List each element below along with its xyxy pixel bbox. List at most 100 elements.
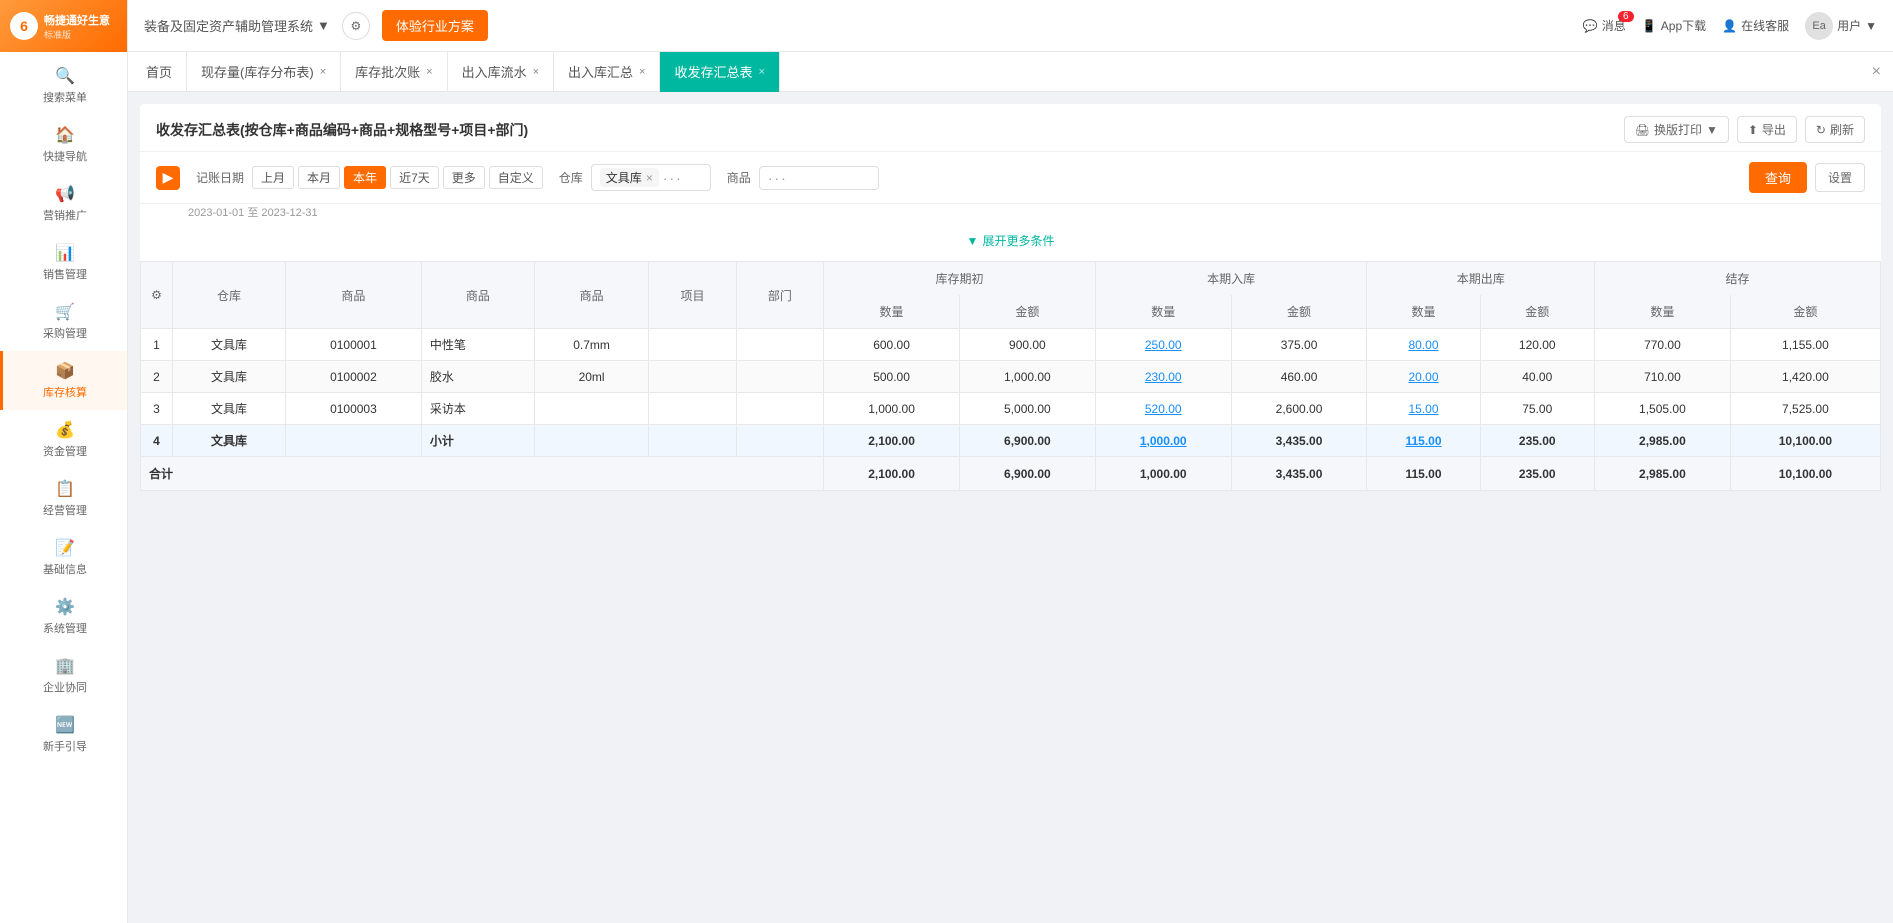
date-btn-more[interactable]: 更多 — [443, 166, 485, 189]
row3-open-amt: 5,000.00 — [959, 393, 1095, 425]
row4-out-qty[interactable]: 115.00 — [1367, 425, 1480, 457]
refresh-button[interactable]: ↻ 刷新 — [1805, 116, 1865, 143]
row1-bal-amt: 1,155.00 — [1730, 329, 1880, 361]
sidebar-item-sales[interactable]: 📊 销售管理 — [0, 233, 127, 292]
system-selector[interactable]: 装备及固定资产辅助管理系统 ▼ — [144, 16, 330, 35]
tab-inout-flow[interactable]: 出入库流水 × — [448, 52, 554, 92]
col-warehouse-header: 仓库 — [173, 262, 286, 329]
col-project-header: 项目 — [649, 262, 736, 329]
content-area: 收发存汇总表(按仓库+商品编码+商品+规格型号+项目+部门) 🖨 换版打印 ▼ … — [128, 92, 1893, 923]
tab-close-recv-sum[interactable]: × — [759, 66, 765, 78]
sidebar-item-enterprise[interactable]: 🏢 企业协同 — [0, 646, 127, 705]
row4-code — [286, 425, 422, 457]
topbar: 装备及固定资产辅助管理系统 ▼ ⚙ 体验行业方案 💬 消息 6 📱 App下载 … — [128, 0, 1893, 52]
product-input[interactable]: ··· — [759, 166, 879, 190]
row3-in-qty[interactable]: 520.00 — [1095, 393, 1231, 425]
tab-close-stock-dist[interactable]: × — [320, 66, 326, 78]
product-filter-label: 商品 — [727, 169, 751, 186]
page-header: 收发存汇总表(按仓库+商品编码+商品+规格型号+项目+部门) 🖨 换版打印 ▼ … — [140, 104, 1881, 152]
row3-out-qty[interactable]: 15.00 — [1367, 393, 1480, 425]
tab-inout-sum[interactable]: 出入库汇总 × — [554, 52, 660, 92]
finance-icon: 💰 — [55, 420, 75, 440]
tab-recv-sum[interactable]: 收发存汇总表 × — [660, 52, 779, 92]
total-open-qty: 2,100.00 — [824, 457, 960, 491]
sidebar-item-search[interactable]: 🔍 搜索菜单 — [0, 56, 127, 115]
tab-close-inout-sum[interactable]: × — [639, 66, 645, 78]
total-out-amt: 235.00 — [1480, 457, 1594, 491]
total-out-qty: 115.00 — [1367, 457, 1480, 491]
warehouse-tag-close[interactable]: × — [646, 171, 653, 185]
trial-button[interactable]: 体验行业方案 — [382, 10, 488, 41]
col-settings-header[interactable]: ⚙ — [141, 262, 173, 329]
page-title: 收发存汇总表(按仓库+商品编码+商品+规格型号+项目+部门) — [156, 120, 528, 140]
row4-warehouse: 文具库 — [173, 425, 286, 457]
user-menu[interactable]: Ea 用户 ▼ — [1805, 12, 1877, 40]
filter-toggle-button[interactable]: ▶ — [156, 166, 180, 190]
tab-close-inout-flow[interactable]: × — [533, 66, 539, 78]
tab-bar-close[interactable]: × — [1860, 63, 1893, 81]
col-code-header: 商品 — [286, 262, 422, 329]
row1-spec: 0.7mm — [534, 329, 648, 361]
date-range-bar: 2023-01-01 至 2023-12-31 — [140, 204, 1881, 224]
app-download-button[interactable]: 📱 App下载 — [1642, 17, 1706, 34]
row1-in-amt: 375.00 — [1231, 329, 1367, 361]
message-badge: 6 — [1618, 11, 1634, 22]
total-bal-amt: 10,100.00 — [1730, 457, 1880, 491]
row1-out-qty[interactable]: 80.00 — [1367, 329, 1480, 361]
row3-bal-amt: 7,525.00 — [1730, 393, 1880, 425]
date-btn-last-month[interactable]: 上月 — [252, 166, 294, 189]
refresh-icon: ↻ — [1816, 123, 1826, 137]
sidebar-item-quicknav[interactable]: 🏠 快捷导航 — [0, 115, 127, 174]
print-dropdown-icon: ▼ — [1706, 123, 1718, 137]
tab-close-batch[interactable]: × — [426, 66, 432, 78]
row2-warehouse: 文具库 — [173, 361, 286, 393]
sidebar-item-inventory[interactable]: 📦 库存核算 — [0, 351, 127, 410]
row1-no: 1 — [141, 329, 173, 361]
product-dots[interactable]: ··· — [768, 170, 788, 186]
row1-name: 中性笔 — [421, 329, 534, 361]
tab-batch[interactable]: 库存批次账 × — [341, 52, 447, 92]
warehouse-dots[interactable]: ··· — [663, 170, 683, 186]
settings-button[interactable]: ⚙ — [342, 12, 370, 40]
row4-open-amt: 6,900.00 — [959, 425, 1095, 457]
sidebar: 6 畅捷通好生意 标准版 🔍 搜索菜单 🏠 快捷导航 📢 营销推广 📊 销售管理… — [0, 0, 128, 923]
sidebar-item-finance[interactable]: 💰 资金管理 — [0, 410, 127, 469]
data-table-wrap: ⚙ 仓库 商品 商品 商品 项目 部门 库存期初 本期入库 本期出库 结存 — [140, 261, 1881, 491]
row1-code: 0100001 — [286, 329, 422, 361]
sidebar-item-base[interactable]: 📝 基础信息 — [0, 528, 127, 587]
tab-home[interactable]: 首页 — [132, 52, 187, 92]
col-out-qty-header: 数量 — [1367, 295, 1480, 329]
date-btn-this-year[interactable]: 本年 — [344, 166, 386, 189]
row3-dept — [736, 393, 823, 425]
table-settings-button[interactable]: 设置 — [1815, 163, 1865, 192]
tab-stock-dist[interactable]: 现存量(库存分布表) × — [187, 52, 341, 92]
row4-in-qty[interactable]: 1,000.00 — [1095, 425, 1231, 457]
export-button[interactable]: ⬆ 导出 — [1737, 116, 1797, 143]
print-button[interactable]: 🖨 换版打印 ▼ — [1624, 116, 1729, 143]
sidebar-item-system[interactable]: ⚙️ 系统管理 — [0, 587, 127, 646]
query-button[interactable]: 查询 — [1749, 162, 1807, 193]
sidebar-item-marketing[interactable]: 📢 营销推广 — [0, 174, 127, 233]
row3-spec — [534, 393, 648, 425]
col-open-amt-header: 金额 — [959, 295, 1095, 329]
date-btn-custom[interactable]: 自定义 — [489, 166, 543, 189]
online-service-button[interactable]: 👤 在线客服 — [1722, 17, 1789, 34]
row3-project — [649, 393, 736, 425]
sidebar-item-operations[interactable]: 📋 经营管理 — [0, 469, 127, 528]
row1-in-qty[interactable]: 250.00 — [1095, 329, 1231, 361]
row2-out-qty[interactable]: 20.00 — [1367, 361, 1480, 393]
warehouse-input[interactable]: 文具库 × ··· — [591, 164, 711, 191]
message-button[interactable]: 💬 消息 6 — [1583, 17, 1626, 34]
date-btn-this-month[interactable]: 本月 — [298, 166, 340, 189]
row2-in-qty[interactable]: 230.00 — [1095, 361, 1231, 393]
sidebar-item-guide[interactable]: 🆕 新手引导 — [0, 705, 127, 764]
sidebar-item-purchase[interactable]: 🛒 采购管理 — [0, 292, 127, 351]
app-logo-text: 畅捷通好生意 标准版 — [44, 12, 110, 41]
row3-code: 0100003 — [286, 393, 422, 425]
date-range-display: 2023-01-01 至 2023-12-31 — [188, 204, 318, 220]
expand-conditions-button[interactable]: ▼ 展开更多条件 — [955, 228, 1067, 253]
date-btn-7days[interactable]: 近7天 — [390, 166, 439, 189]
row4-spec — [534, 425, 648, 457]
user-avatar: Ea — [1805, 12, 1833, 40]
row4-name: 小计 — [421, 425, 534, 457]
